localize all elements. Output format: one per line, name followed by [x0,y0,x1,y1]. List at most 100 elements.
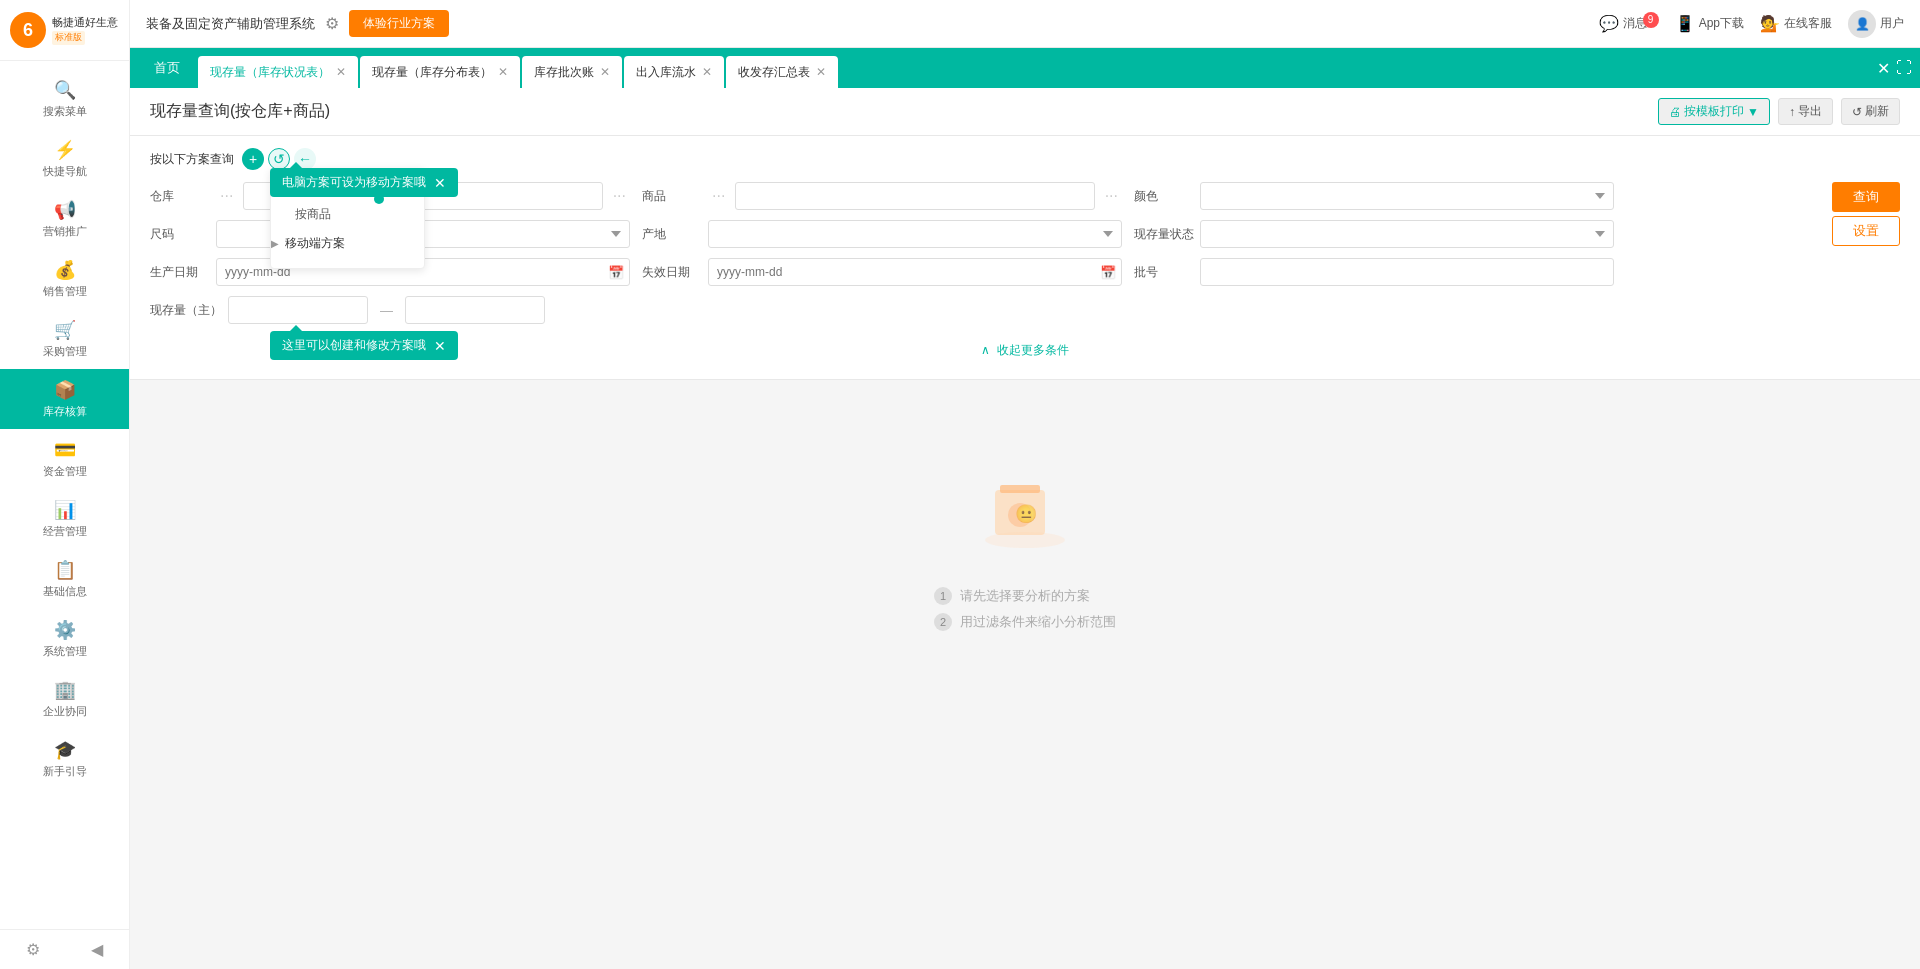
tab-close-collect[interactable]: ✕ [816,65,826,79]
goods-dots[interactable]: ··· [708,187,729,205]
logo-area: 6 畅捷通好生意 标准版 [0,0,129,61]
logo-text: 畅捷通好生意 标准版 [52,15,118,45]
fullscreen-btn[interactable]: ⛶ [1896,59,1912,77]
message-action[interactable]: 💬 消息 9 [1599,14,1659,33]
sidebar-item-purchase[interactable]: 🛒 采购管理 [0,309,129,369]
refresh-btn[interactable]: ↺ 刷新 [1841,98,1900,125]
calendar-icon: 📅 [608,265,624,280]
reset-btn[interactable]: 设置 [1832,216,1900,246]
add-scheme-btn[interactable]: + [242,148,264,170]
tab-close-inventory-status[interactable]: ✕ [336,65,346,79]
app-icon: 📱 [1675,14,1695,33]
expiry-date-input[interactable] [708,258,1122,286]
sidebar-item-enterprise[interactable]: 🏢 企业协同 [0,669,129,729]
search-icon: 🔍 [54,79,76,101]
collapse-sidebar-btn[interactable]: ◀ [91,940,103,959]
empty-steps: 1 请先选择要分析的方案 2 用过滤条件来缩小分析范围 [934,587,1116,639]
dropdown-icon: ▼ [1747,105,1759,119]
support-icon: 💁 [1760,14,1780,33]
experience-btn[interactable]: 体验行业方案 [349,10,449,37]
settings-bottom-icon[interactable]: ⚙ [26,940,40,959]
scheme-popup-close[interactable]: ✕ [434,175,446,191]
expiry-date-wrap: 📅 [708,258,1122,286]
scheme-group-mobile-header[interactable]: ▶ 移动端方案 [271,231,424,256]
export-icon: ↑ [1789,105,1795,119]
tab-inventory-status[interactable]: 现存量（库存状况表） ✕ [198,56,358,88]
edit-popup-close[interactable]: ✕ [434,338,446,354]
empty-state: 😐 1 请先选择要分析的方案 2 用过滤条件来缩小分析范围 [130,380,1920,719]
stock-main-to[interactable] [405,296,545,324]
expand-arrow-mobile-icon: ▶ [271,238,279,249]
sidebar-bottom: ⚙ ◀ [0,929,129,969]
shortcut-icon: ⚡ [54,139,76,161]
dot-indicator [374,194,384,204]
settings-icon[interactable]: ⚙ [325,14,339,33]
sidebar-item-guide[interactable]: 🎓 新手引导 [0,729,129,789]
warehouse-dots[interactable]: ··· [216,187,237,205]
tab-inventory-dist[interactable]: 现存量（库存分布表） ✕ [360,56,520,88]
sidebar-item-sales[interactable]: 💰 销售管理 [0,249,129,309]
edit-popup: 这里可以创建和修改方案哦 ✕ [270,331,458,360]
sidebar-item-system[interactable]: ⚙️ 系统管理 [0,609,129,669]
field-goods: 商品 ··· ··· [642,182,1122,210]
step-2-num: 2 [934,613,952,631]
empty-step-1: 1 请先选择要分析的方案 [934,587,1116,605]
page-actions: 🖨 按模板打印 ▼ ↑ 导出 ↺ 刷新 [1658,98,1900,125]
filter-actions: + ↺ ← [242,148,316,170]
tab-close-inout[interactable]: ✕ [702,65,712,79]
stock-status-select[interactable] [1200,220,1614,248]
color-select[interactable] [1200,182,1614,210]
tabbar-right: ✕ ⛶ [1877,59,1912,78]
tab-batch[interactable]: 库存批次账 ✕ [522,56,622,88]
tab-inout[interactable]: 出入库流水 ✕ [624,56,724,88]
field-origin: 产地 [642,220,1122,248]
search-btn[interactable]: 查询 [1832,182,1900,212]
close-all-tabs-btn[interactable]: ✕ [1877,59,1890,78]
inventory-icon: 📦 [54,379,76,401]
purchase-icon: 🛒 [54,319,76,341]
sidebar-item-base[interactable]: 📋 基础信息 [0,549,129,609]
export-btn[interactable]: ↑ 导出 [1778,98,1833,125]
user-action[interactable]: 👤 用户 [1848,10,1904,38]
svg-text:😐: 😐 [1015,503,1038,525]
page-header: 现存量查询(按仓库+商品) 🖨 按模板打印 ▼ ↑ 导出 ↺ 刷新 [130,88,1920,136]
sidebar-item-inventory[interactable]: 📦 库存核算 [0,369,129,429]
content-area: 现存量查询(按仓库+商品) 🖨 按模板打印 ▼ ↑ 导出 ↺ 刷新 [130,88,1920,969]
template-print-btn[interactable]: 🖨 按模板打印 ▼ [1658,98,1770,125]
tab-close-inventory-dist[interactable]: ✕ [498,65,508,79]
tab-close-batch[interactable]: ✕ [600,65,610,79]
sidebar-item-marketing[interactable]: 📢 营销推广 [0,189,129,249]
sidebar-item-search[interactable]: 🔍 搜索菜单 [0,69,129,129]
stock-main-from[interactable] [228,296,368,324]
scheme-popup: 电脑方案可设为移动方案哦 ✕ [270,168,458,197]
system-icon: ⚙️ [54,619,76,641]
scheme-item-by-goods[interactable]: 按商品 [271,202,424,227]
sidebar-nav: 🔍 搜索菜单 ⚡ 快捷导航 📢 营销推广 💰 销售管理 🛒 采购管理 📦 库存核… [0,61,129,929]
sidebar-item-operations[interactable]: 📊 经营管理 [0,489,129,549]
tab-collect[interactable]: 收发存汇总表 ✕ [726,56,838,88]
warehouse-dots2[interactable]: ··· [609,187,630,205]
app-action[interactable]: 📱 App下载 [1675,14,1744,33]
tab-home[interactable]: 首页 [138,48,196,88]
svg-rect-2 [1000,485,1040,493]
topbar: 装备及固定资产辅助管理系统 ⚙ 体验行业方案 💬 消息 9 📱 App下载 💁 … [130,0,1920,48]
message-icon: 💬 [1599,14,1619,33]
filter-label: 按以下方案查询 [150,151,234,168]
sidebar-item-finance[interactable]: 💳 资金管理 [0,429,129,489]
origin-select[interactable] [708,220,1122,248]
range-sep: — [374,303,399,318]
step-1-num: 1 [934,587,952,605]
batch-input[interactable] [1200,258,1614,286]
goods-dots2[interactable]: ··· [1101,187,1122,205]
base-icon: 📋 [54,559,76,581]
sidebar-item-shortcut[interactable]: ⚡ 快捷导航 [0,129,129,189]
refresh-scheme-btn[interactable]: ↺ [268,148,290,170]
finance-icon: 💳 [54,439,76,461]
collapse-icon: ∧ [981,343,990,357]
avatar: 👤 [1848,10,1876,38]
message-badge: 9 [1643,12,1659,28]
guide-icon: 🎓 [54,739,76,761]
goods-input[interactable] [735,182,1094,210]
support-action[interactable]: 💁 在线客服 [1760,14,1832,33]
field-color: 颜色 [1134,182,1614,210]
